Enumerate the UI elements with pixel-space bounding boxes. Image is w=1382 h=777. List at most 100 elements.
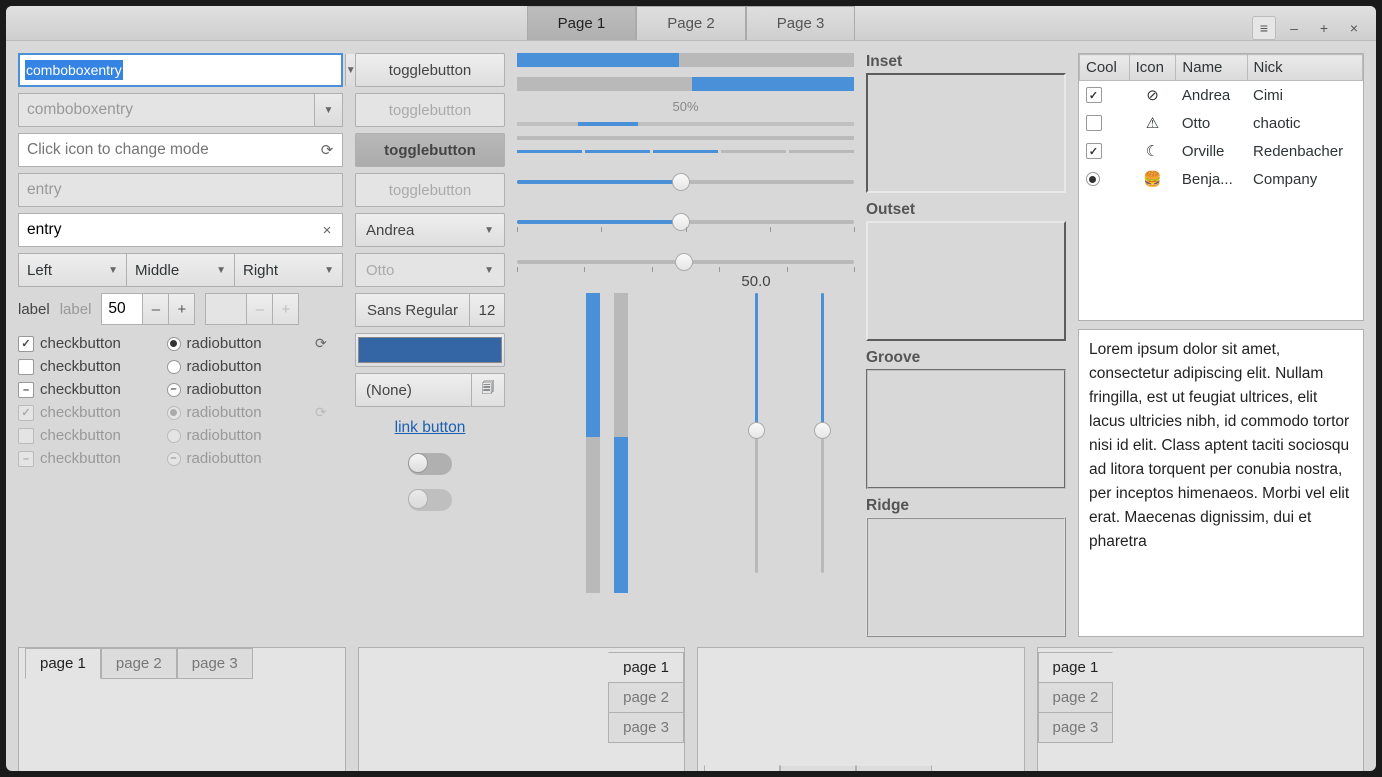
radiobutton-2[interactable]: radiobutton [167, 358, 308, 375]
tab-page-3[interactable]: Page 3 [746, 6, 856, 40]
checkbutton-3[interactable]: checkbutton [18, 381, 159, 398]
progress-label: 50% [517, 99, 854, 114]
checkbutton-2[interactable]: checkbutton [18, 358, 159, 375]
nb-tab-1[interactable]: page 1 [608, 652, 684, 683]
progressbar-3 [517, 122, 854, 126]
maximize-icon[interactable]: + [1312, 16, 1336, 40]
table-row[interactable]: ☾OrvilleRedenbacher [1080, 137, 1363, 165]
treeview[interactable]: Cool Icon Name Nick ⊘AndreaCimi ⚠Ottocha… [1078, 53, 1364, 321]
spin-minus[interactable]: – [142, 294, 168, 324]
close-icon[interactable]: × [1342, 16, 1366, 40]
notebook-right: page 1 page 2 page 3 [358, 647, 686, 771]
checkbutton-5: checkbutton [18, 427, 159, 444]
progressbar-1 [517, 53, 854, 67]
combo-otto: Otto▼ [355, 253, 505, 287]
minimize-icon[interactable]: – [1282, 16, 1306, 40]
textview[interactable]: Lorem ipsum dolor sit amet, consectetur … [1078, 329, 1364, 637]
radiobutton-5: radiobutton [167, 427, 308, 444]
app-window: Page 1 Page 2 Page 3 ≡ – + × comboboxent… [6, 6, 1376, 771]
combobox-entry-2: ▼ [18, 93, 343, 127]
switch-2 [408, 489, 452, 511]
togglebutton-4: togglebutton [355, 173, 505, 207]
nb-tab-2[interactable]: page 2 [780, 765, 856, 771]
hamburger-menu-icon[interactable]: ≡ [1252, 16, 1276, 40]
color-button[interactable] [355, 333, 505, 367]
nb-tab-3[interactable]: page 3 [856, 765, 932, 771]
spin-plus: + [272, 294, 298, 324]
chevron-down-icon[interactable]: ▼ [345, 54, 356, 86]
nb-tab-2[interactable]: page 2 [608, 682, 684, 713]
progressbar-4 [517, 136, 854, 140]
titlebar: Page 1 Page 2 Page 3 ≡ – + × [6, 6, 1376, 41]
nb-tab-3[interactable]: page 3 [177, 648, 253, 679]
progressbar-2 [517, 77, 854, 91]
radiobutton-6: radiobutton [167, 450, 308, 467]
mode-entry[interactable]: ⟳ [18, 133, 343, 167]
notebook-top: page 1 page 2 page 3 [18, 647, 346, 771]
combo-left[interactable]: Left▼ [18, 253, 127, 287]
nb-tab-3[interactable]: page 3 [1038, 712, 1114, 743]
hscale-1[interactable] [517, 171, 854, 191]
file-button[interactable]: (None) [355, 373, 471, 407]
tab-page-1[interactable]: Page 1 [527, 6, 637, 40]
nb-tab-3[interactable]: page 3 [608, 712, 684, 743]
frame-ridge: Ridge [866, 497, 1066, 637]
checkbutton-6: checkbutton [18, 450, 159, 467]
spinner-icon: ⟳ [315, 404, 343, 421]
nb-tab-1[interactable]: page 1 [25, 648, 101, 679]
notebook-left: page 1 page 2 page 3 [1037, 647, 1365, 771]
spinbutton-disabled: – + [205, 293, 299, 325]
togglebutton-1[interactable]: togglebutton [355, 53, 505, 87]
nb-tab-1[interactable]: page 1 [1038, 652, 1114, 683]
notebook-bottom: page 1 page 2 page 3 [697, 647, 1025, 771]
label-2: label [60, 301, 92, 318]
nb-tab-2[interactable]: page 2 [101, 648, 177, 679]
hscale-3[interactable] [517, 251, 854, 271]
levelbar-1 [517, 150, 854, 153]
entry-disabled [18, 173, 343, 207]
header-tabs: Page 1 Page 2 Page 3 [527, 6, 856, 40]
checkbutton-1[interactable]: checkbutton [18, 335, 159, 352]
vprogress-1 [586, 293, 600, 593]
frame-groove: Groove [866, 349, 1066, 489]
nb-tab-1[interactable]: page 1 [704, 765, 780, 771]
vprogress-2 [614, 293, 628, 593]
switch-1[interactable] [408, 453, 452, 475]
table-row[interactable]: 🍔Benja...Company [1080, 165, 1363, 193]
checkbutton-4: checkbutton [18, 404, 159, 421]
tab-page-2[interactable]: Page 2 [636, 6, 746, 40]
hscale-2[interactable] [517, 211, 854, 231]
radiobutton-3[interactable]: radiobutton [167, 381, 308, 398]
column-cool[interactable]: Cool [1080, 55, 1130, 81]
radiobutton-4: radiobutton [167, 404, 308, 421]
column-nick[interactable]: Nick [1247, 55, 1362, 81]
table-row[interactable]: ⚠Ottochaotic [1080, 109, 1363, 137]
vscale-1[interactable]: 50.0 [746, 293, 766, 573]
togglebutton-3[interactable]: togglebutton [355, 133, 505, 167]
spinner-icon: ⟳ [315, 335, 343, 352]
chevron-down-icon: ▼ [314, 94, 342, 126]
label-1: label [18, 301, 50, 318]
radiobutton-1[interactable]: radiobutton [167, 335, 308, 352]
refresh-icon[interactable]: ⟳ [312, 141, 342, 159]
combo-middle[interactable]: Middle▼ [127, 253, 235, 287]
font-button[interactable]: Sans Regular 12 [355, 293, 505, 327]
spin-minus: – [246, 294, 272, 324]
spinbutton[interactable]: – + [101, 293, 195, 325]
entry-clearable[interactable]: × [18, 213, 343, 247]
togglebutton-2: togglebutton [355, 93, 505, 127]
nb-tab-2[interactable]: page 2 [1038, 682, 1114, 713]
spin-plus[interactable]: + [168, 294, 194, 324]
table-row[interactable]: ⊘AndreaCimi [1080, 81, 1363, 110]
combo-andrea[interactable]: Andrea▼ [355, 213, 505, 247]
vscale-2[interactable] [812, 293, 832, 573]
column-name[interactable]: Name [1176, 55, 1247, 81]
link-button[interactable]: link button [355, 413, 505, 443]
clear-icon[interactable]: × [312, 222, 342, 239]
combobox-entry-1[interactable]: comboboxentry ▼ [18, 53, 343, 87]
frame-outset: Outset [866, 201, 1066, 341]
column-icon[interactable]: Icon [1129, 55, 1176, 81]
combo-right[interactable]: Right▼ [235, 253, 343, 287]
frame-inset: Inset [866, 53, 1066, 193]
file-open-icon[interactable]: 🗐 [471, 373, 505, 407]
